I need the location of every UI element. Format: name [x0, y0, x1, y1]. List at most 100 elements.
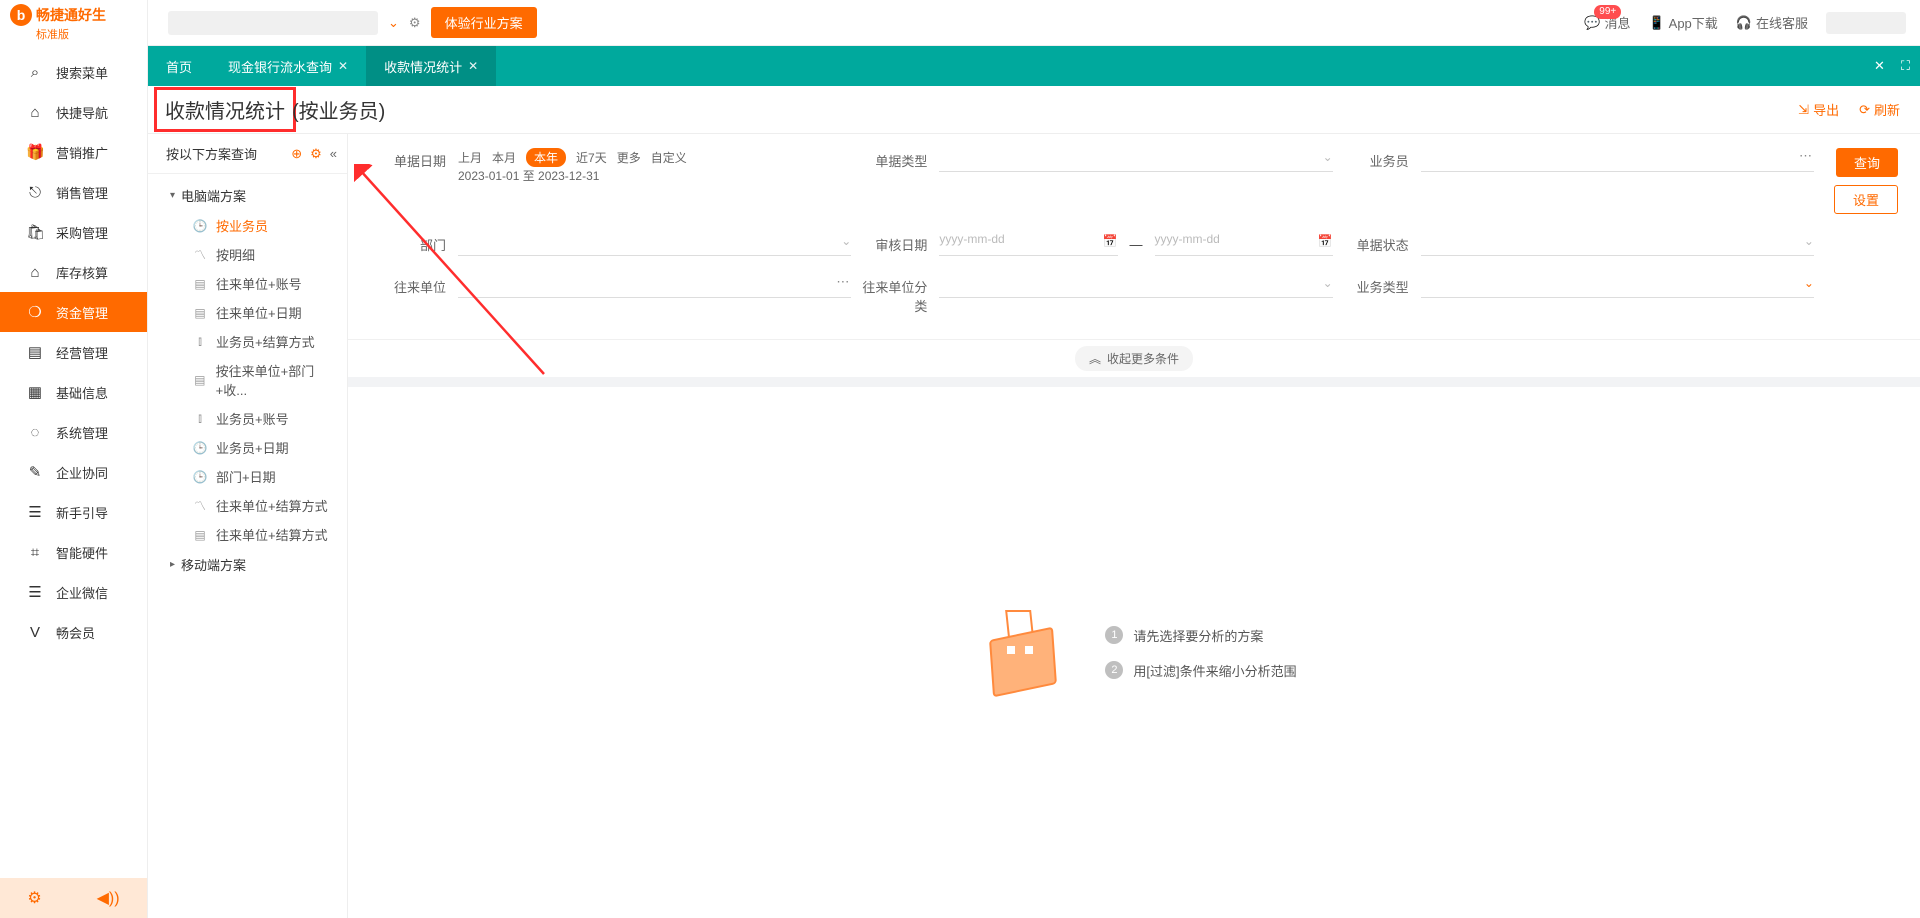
scheme-item-icon: 〽: [192, 246, 208, 263]
scheme-item-10[interactable]: ▤往来单位+结算方式: [152, 520, 343, 549]
user-avatar-placeholder[interactable]: [1826, 12, 1906, 34]
scheme-item-7[interactable]: 🕒业务员+日期: [152, 433, 343, 462]
tab-0[interactable]: 首页: [148, 46, 210, 86]
select-partner-cat[interactable]: ⌄: [939, 274, 1332, 298]
scheme-item-0[interactable]: 🕒按业务员: [152, 211, 343, 240]
tab-2[interactable]: 收款情况统计✕: [366, 46, 496, 86]
nav-label: 新手引导: [56, 503, 108, 522]
select-partner[interactable]: ⋯: [458, 274, 851, 298]
sidebar-item-5[interactable]: ⌂库存核算: [0, 252, 147, 292]
scheme-item-5[interactable]: ▤按往来单位+部门+收...: [152, 356, 343, 404]
nav-icon: ✎: [26, 463, 44, 481]
sidebar-bottom: ⚙ ◀)): [0, 878, 147, 918]
date-quick-2[interactable]: 本年: [526, 148, 566, 167]
topbar-service[interactable]: 🎧 在线客服: [1736, 13, 1808, 32]
sidebar-item-14[interactable]: V畅会员: [0, 612, 147, 652]
calendar-icon: 📅: [1103, 234, 1118, 248]
date-quick-3[interactable]: 近7天: [576, 149, 607, 166]
scheme-item-8[interactable]: 🕒部门+日期: [152, 462, 343, 491]
settings-button[interactable]: 设置: [1834, 185, 1898, 214]
select-dept[interactable]: ⌄: [458, 232, 851, 256]
sidebar-item-10[interactable]: ✎企业协同: [0, 452, 147, 492]
nav-icon: ☰: [26, 583, 44, 601]
sidebar-nav: ⌕搜索菜单⌂快捷导航🎁营销推广⎋销售管理🛍采购管理⌂库存核算❍资金管理▤经营管理…: [0, 46, 147, 878]
scheme-item-3[interactable]: ▤往来单位+日期: [152, 298, 343, 327]
sidebar-item-0[interactable]: ⌕搜索菜单: [0, 52, 147, 92]
sidebar-item-1[interactable]: ⌂快捷导航: [0, 92, 147, 132]
audit-date-to[interactable]: yyyy-mm-dd📅: [1155, 232, 1333, 256]
nav-icon: 🛍: [26, 223, 44, 241]
select-doc-status[interactable]: ⌄: [1421, 232, 1814, 256]
page-header: 收款情况统计 (按业务员) ⇲导出 ⟳刷新: [148, 86, 1920, 134]
nav-icon: ⌂: [26, 104, 44, 121]
calendar-icon: 📅: [1318, 234, 1333, 248]
scheme-item-4[interactable]: ⫾业务员+结算方式: [152, 327, 343, 356]
date-quick-4[interactable]: 更多: [617, 149, 641, 166]
audit-date-range: yyyy-mm-dd📅 — yyyy-mm-dd📅: [939, 232, 1332, 256]
sidebar-item-2[interactable]: 🎁营销推广: [0, 132, 147, 172]
refresh-label: 刷新: [1874, 100, 1900, 119]
empty-illustration: [971, 598, 1081, 708]
date-quick-1[interactable]: 本月: [492, 149, 516, 166]
date-quick-options: 上月本月本年近7天更多自定义: [458, 148, 851, 167]
sidebar-item-4[interactable]: 🛍采购管理: [0, 212, 147, 252]
select-doc-type[interactable]: ⌄: [939, 148, 1332, 172]
date-quick-0[interactable]: 上月: [458, 149, 482, 166]
tab-close-all-icon[interactable]: ✕: [1874, 58, 1885, 74]
scheme-add-icon[interactable]: ⊕: [291, 146, 302, 162]
org-selector-placeholder[interactable]: [168, 11, 378, 35]
scheme-item-label: 按明细: [216, 245, 255, 264]
scheme-item-6[interactable]: ⫾业务员+账号: [152, 404, 343, 433]
audit-date-from[interactable]: yyyy-mm-dd📅: [939, 232, 1117, 256]
nav-icon: ⌕: [26, 64, 44, 81]
empty-step-2: 用[过滤]条件来缩小分析范围: [1133, 661, 1296, 680]
settings-icon[interactable]: ⚙: [27, 888, 41, 908]
select-salesman[interactable]: ⋯: [1421, 148, 1814, 172]
scheme-group-desktop[interactable]: ▾ 电脑端方案: [152, 180, 343, 211]
brand: b 畅捷通好生 标准版: [0, 0, 147, 46]
topbar-service-label: 在线客服: [1756, 13, 1808, 32]
refresh-button[interactable]: ⟳刷新: [1859, 100, 1900, 119]
sidebar-item-13[interactable]: ☰企业微信: [0, 572, 147, 612]
sidebar-item-6[interactable]: ❍资金管理: [0, 292, 147, 332]
query-button[interactable]: 查询: [1836, 148, 1898, 177]
select-biz-type[interactable]: ⌄: [1421, 274, 1814, 298]
tab-1[interactable]: 现金银行流水查询✕: [210, 46, 366, 86]
scheme-tree: ▾ 电脑端方案 🕒按业务员〽按明细▤往来单位+账号▤往来单位+日期⫾业务员+结算…: [148, 174, 347, 586]
org-settings-icon[interactable]: ⚙: [409, 15, 421, 31]
scheme-item-label: 部门+日期: [216, 467, 276, 486]
collapse-more-label: 收起更多条件: [1107, 350, 1179, 367]
collapse-more-button[interactable]: ︽ 收起更多条件: [1075, 346, 1193, 371]
scheme-settings-icon[interactable]: ⚙: [310, 146, 322, 162]
fullscreen-icon[interactable]: ⛶: [1901, 58, 1910, 74]
brand-name: 畅捷通好生: [36, 5, 106, 25]
scheme-item-1[interactable]: 〽按明细: [152, 240, 343, 269]
scheme-collapse-icon[interactable]: «: [330, 146, 337, 161]
more-icon: ⋯: [836, 274, 851, 290]
scheme-item-icon: ▤: [192, 373, 208, 387]
experience-button[interactable]: 体验行业方案: [431, 7, 537, 38]
nav-icon: ⌂: [26, 264, 44, 281]
tab-close-icon[interactable]: ✕: [338, 59, 348, 73]
sidebar-item-7[interactable]: ▤经营管理: [0, 332, 147, 372]
org-dropdown-icon[interactable]: ⌄: [388, 15, 399, 31]
date-range-text: 2023-01-01 至 2023-12-31: [458, 167, 851, 184]
scheme-item-2[interactable]: ▤往来单位+账号: [152, 269, 343, 298]
sound-icon[interactable]: ◀)): [97, 888, 120, 908]
sidebar-item-11[interactable]: ☰新手引导: [0, 492, 147, 532]
topbar-message[interactable]: 💬 消息 99+: [1584, 13, 1630, 32]
date-quick-5[interactable]: 自定义: [651, 149, 687, 166]
scheme-item-9[interactable]: 〽往来单位+结算方式: [152, 491, 343, 520]
sidebar-item-12[interactable]: ⌗智能硬件: [0, 532, 147, 572]
scheme-group-mobile[interactable]: ▸ 移动端方案: [152, 549, 343, 580]
sidebar-item-8[interactable]: ▦基础信息: [0, 372, 147, 412]
sidebar-item-3[interactable]: ⎋销售管理: [0, 172, 147, 212]
nav-icon: ⌗: [26, 544, 44, 561]
label-audit-date: 审核日期: [851, 232, 939, 254]
export-button[interactable]: ⇲导出: [1798, 100, 1839, 119]
topbar-download[interactable]: 📱 App下载: [1648, 13, 1717, 32]
tab-close-icon[interactable]: ✕: [468, 59, 478, 73]
export-icon: ⇲: [1798, 102, 1809, 118]
sidebar-item-9[interactable]: ◌系统管理: [0, 412, 147, 452]
nav-label: 销售管理: [56, 183, 108, 202]
